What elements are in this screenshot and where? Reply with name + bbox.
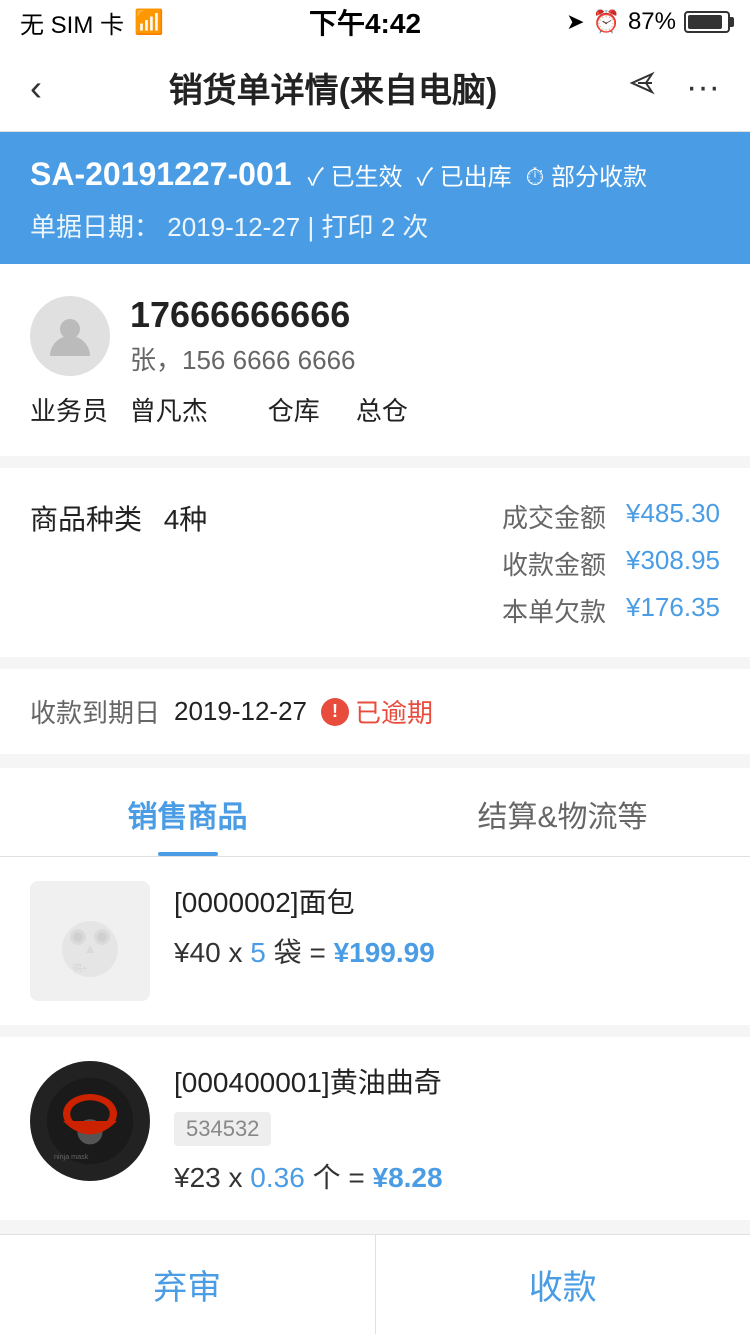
customer-section: 17666666666 张，156 6666 6666 业务员 曾凡杰 仓库 总… bbox=[0, 264, 750, 456]
customer-info: 17666666666 张，156 6666 6666 bbox=[130, 294, 356, 377]
order-number: SA-20191227-001 bbox=[30, 156, 292, 193]
status-time: 下午4:42 bbox=[309, 2, 421, 42]
amount-value: ¥485.30 bbox=[626, 498, 720, 535]
status-tags: ✓ 已生效 ✓ 已出库 ⏱ 部分收款 bbox=[308, 157, 648, 192]
confirm-button[interactable]: 收款 bbox=[376, 1235, 750, 1334]
summary-left: 商品种类 4种 bbox=[30, 498, 207, 538]
product-price-row: ¥40 x 5 袋 = ¥199.99 bbox=[174, 931, 720, 971]
print-count: 2 bbox=[381, 212, 395, 242]
bottom-bar: 弃审 收款 bbox=[0, 1234, 750, 1334]
summary-right: 成交金额 ¥485.30 收款金额 ¥308.95 本单欠款 ¥176.35 bbox=[502, 498, 720, 629]
list-item: ninja mask [000400001]黄油曲奇 534532 ¥23 x … bbox=[0, 1037, 750, 1220]
order-header-top: SA-20191227-001 ✓ 已生效 ✓ 已出库 ⏱ 部分收款 bbox=[30, 156, 720, 193]
svg-text:ninja mask: ninja mask bbox=[54, 1152, 89, 1161]
share-button[interactable] bbox=[624, 66, 658, 109]
tab-products[interactable]: 销售商品 bbox=[0, 768, 375, 856]
product-price-row: ¥23 x 0.36 个 = ¥8.28 bbox=[174, 1156, 720, 1196]
due-label: 收款到期日 bbox=[30, 693, 160, 730]
customer-id: 17666666666 bbox=[130, 294, 356, 336]
product-kinds: 商品种类 4种 bbox=[30, 498, 207, 538]
print-label: | 打印 bbox=[307, 212, 373, 242]
status-left: 无 SIM 卡 📶 bbox=[20, 5, 164, 40]
nav-bar: ‹ 销货单详情(来自电脑) ··· bbox=[0, 44, 750, 132]
cancel-button[interactable]: 弃审 bbox=[0, 1235, 376, 1334]
received-value: ¥308.95 bbox=[626, 545, 720, 582]
status-bar: 无 SIM 卡 📶 下午4:42 ➤ ⏰ 87% bbox=[0, 0, 750, 44]
battery-icon bbox=[684, 11, 730, 33]
customer-name: 张，156 6666 6666 bbox=[130, 340, 356, 377]
warehouse-value: 总仓 bbox=[356, 396, 408, 426]
tabs: 销售商品 结算&物流等 bbox=[0, 768, 750, 857]
kind-label: 商品种类 bbox=[30, 504, 142, 535]
product-total: ¥8.28 bbox=[373, 1162, 443, 1193]
due-section: 收款到期日 2019-12-27 ! 已逾期 bbox=[0, 669, 750, 754]
status-partial: ⏱ 部分收款 bbox=[526, 157, 647, 192]
price-base: ¥23 bbox=[174, 1162, 221, 1193]
status-shipped: ✓ 已出库 bbox=[417, 157, 512, 192]
product-badge: 534532 bbox=[174, 1112, 271, 1146]
salesperson-value: 曾凡杰 bbox=[130, 396, 208, 426]
due-date: 2019-12-27 bbox=[174, 696, 307, 727]
amount-row: 成交金额 ¥485.30 bbox=[502, 498, 720, 535]
product-info: [000400001]黄油曲奇 534532 ¥23 x 0.36 个 = ¥8… bbox=[174, 1061, 720, 1196]
product-qty: 0.36 bbox=[250, 1162, 305, 1193]
product-qty: 5 bbox=[250, 937, 266, 968]
product-name: [000400001]黄油曲奇 bbox=[174, 1061, 720, 1101]
page-title: 销货单详情(来自电脑) bbox=[169, 63, 498, 112]
product-thumbnail: ninja mask bbox=[30, 1061, 150, 1181]
received-label: 收款金额 bbox=[502, 545, 606, 582]
product-thumbnail: 鸮+ bbox=[30, 881, 150, 1001]
received-row: 收款金额 ¥308.95 bbox=[502, 545, 720, 582]
order-date: 2019-12-27 bbox=[167, 212, 300, 242]
owing-value: ¥176.35 bbox=[626, 592, 720, 629]
alarm-icon: ⏰ bbox=[593, 9, 620, 35]
status-right: ➤ ⏰ 87% bbox=[566, 8, 730, 36]
product-unit: 个 bbox=[313, 1162, 341, 1193]
nav-actions: ··· bbox=[624, 66, 720, 109]
section-divider bbox=[0, 754, 750, 768]
carrier-label: 无 SIM 卡 bbox=[20, 5, 124, 40]
amount-label: 成交金额 bbox=[502, 498, 606, 535]
svg-text:鸮+: 鸮+ bbox=[72, 962, 88, 974]
avatar bbox=[30, 296, 110, 376]
customer-meta: 业务员 曾凡杰 仓库 总仓 bbox=[30, 391, 720, 428]
summary-section: 商品种类 4种 成交金额 ¥485.30 收款金额 ¥308.95 本单欠款 ¥… bbox=[0, 468, 750, 657]
price-base: ¥40 bbox=[174, 937, 221, 968]
warehouse-label: 仓库 bbox=[268, 396, 320, 426]
order-date-line: 单据日期： 2019-12-27 | 打印 2 次 bbox=[30, 207, 720, 244]
print-suffix: 次 bbox=[402, 212, 428, 242]
product-name: [0000002]面包 bbox=[174, 881, 720, 921]
owing-row: 本单欠款 ¥176.35 bbox=[502, 592, 720, 629]
location-icon: ➤ bbox=[566, 9, 584, 35]
list-item: 鸮+ [0000002]面包 ¥40 x 5 袋 = ¥199.99 bbox=[0, 857, 750, 1025]
wifi-icon: 📶 bbox=[134, 8, 164, 37]
more-button[interactable]: ··· bbox=[686, 68, 720, 107]
product-list: 鸮+ [0000002]面包 ¥40 x 5 袋 = ¥199.99 bbox=[0, 857, 750, 1220]
owing-label: 本单欠款 bbox=[502, 592, 606, 629]
salesperson-label: 业务员 bbox=[30, 396, 108, 426]
warehouse-item: 仓库 总仓 bbox=[268, 391, 408, 428]
battery-label: 87% bbox=[628, 8, 676, 36]
kind-value: 4种 bbox=[164, 504, 208, 535]
salesperson-item: 业务员 曾凡杰 bbox=[30, 391, 208, 428]
customer-row: 17666666666 张，156 6666 6666 bbox=[30, 294, 720, 377]
date-label: 单据日期： bbox=[30, 212, 160, 242]
product-info: [0000002]面包 ¥40 x 5 袋 = ¥199.99 bbox=[174, 881, 720, 971]
status-effective: ✓ 已生效 bbox=[308, 157, 403, 192]
overdue-icon: ! bbox=[321, 698, 349, 726]
overdue-badge: ! 已逾期 bbox=[321, 693, 433, 730]
back-button[interactable]: ‹ bbox=[30, 67, 42, 109]
overdue-label: 已逾期 bbox=[355, 693, 433, 730]
tab-settlement[interactable]: 结算&物流等 bbox=[375, 768, 750, 856]
product-unit: 袋 bbox=[274, 937, 302, 968]
order-header: SA-20191227-001 ✓ 已生效 ✓ 已出库 ⏱ 部分收款 单据日期：… bbox=[0, 132, 750, 264]
product-total: ¥199.99 bbox=[334, 937, 435, 968]
